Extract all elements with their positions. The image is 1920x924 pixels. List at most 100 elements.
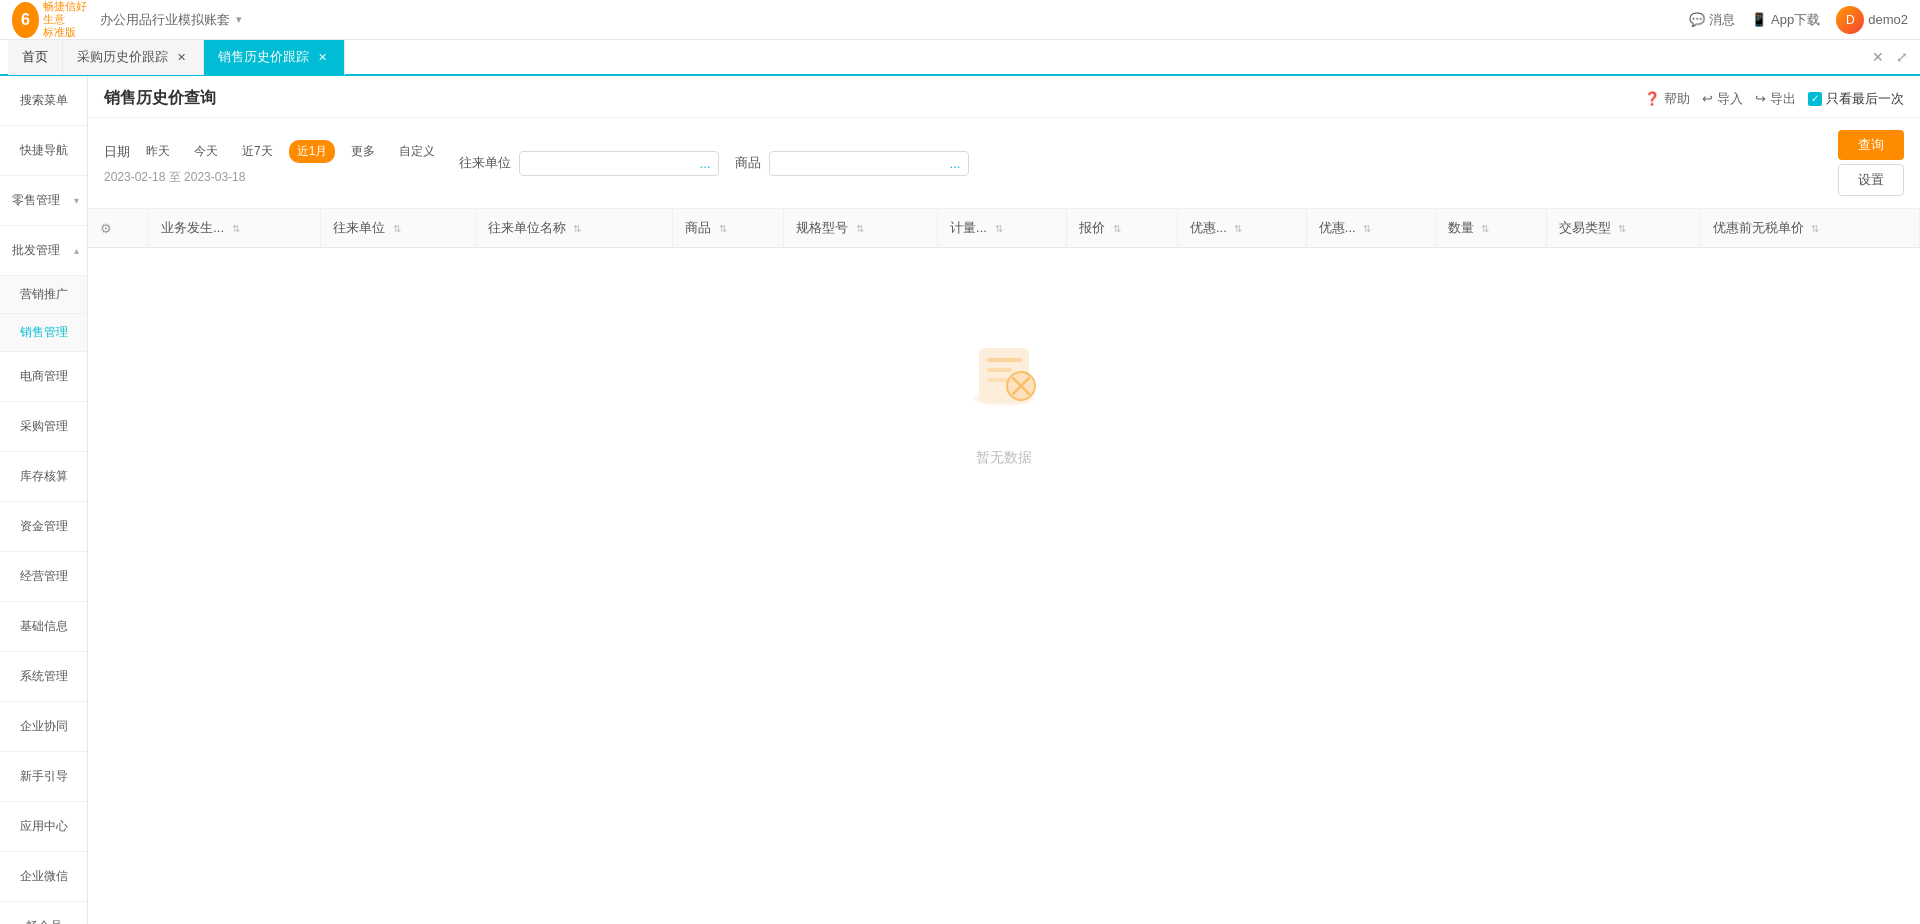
search-menu-label: 搜索菜单 <box>20 92 68 109</box>
topbar-right: 💬 消息 📱 App下载 D demo2 <box>1689 6 1908 34</box>
date-range-display: 2023-02-18 至 2023-03-18 <box>104 169 443 186</box>
col-partner-code[interactable]: 往来单位 ⇅ <box>321 209 475 248</box>
col-discount1[interactable]: 优惠... ⇅ <box>1177 209 1306 248</box>
page-header: 销售历史价查询 ❓ 帮助 ↩ 导入 ↪ 导出 ✓ <box>88 76 1920 118</box>
date-btn-today[interactable]: 今天 <box>186 140 226 163</box>
date-btn-1month[interactable]: 近1月 <box>289 140 336 163</box>
sidebar-item-member[interactable]: 畅会员 <box>0 902 87 924</box>
help-button[interactable]: ❓ 帮助 <box>1644 90 1690 108</box>
gear-icon[interactable]: ⚙ <box>100 221 112 236</box>
wechat-label: 企业微信 <box>20 868 68 885</box>
avatar: D <box>1836 6 1864 34</box>
query-button[interactable]: 查询 <box>1838 130 1904 160</box>
enterprise-label: 企业协同 <box>20 718 68 735</box>
base-info-label: 基础信息 <box>20 618 68 635</box>
sidebar-item-search-menu[interactable]: 搜索菜单 <box>0 76 87 126</box>
sort-icon: ⇅ <box>1811 223 1819 234</box>
sidebar-item-wechat[interactable]: 企业微信 <box>0 852 87 902</box>
partner-select-icon[interactable]: ... <box>700 156 711 171</box>
page-title: 销售历史价查询 <box>104 88 216 109</box>
wholesale-mgmt-arrow-icon: ▴ <box>74 245 79 256</box>
date-btn-yesterday[interactable]: 昨天 <box>138 140 178 163</box>
message-icon: 💬 <box>1689 12 1705 27</box>
tab-sales[interactable]: 销售历史价跟踪 ✕ <box>204 39 345 75</box>
close-all-tabs-button[interactable]: ✕ <box>1868 47 1888 67</box>
col-price[interactable]: 报价 ⇅ <box>1067 209 1178 248</box>
purchase-tab-close-icon[interactable]: ✕ <box>174 50 189 65</box>
logo-icon: 6 <box>12 2 39 38</box>
message-button[interactable]: 💬 消息 <box>1689 11 1735 29</box>
col-pretax-price[interactable]: 优惠前无税单价 ⇅ <box>1700 209 1919 248</box>
date-btn-more[interactable]: 更多 <box>343 140 383 163</box>
empty-icon <box>959 328 1049 437</box>
user-menu-button[interactable]: D demo2 <box>1836 6 1908 34</box>
sidebar-item-system[interactable]: 系统管理 <box>0 652 87 702</box>
col-biz-date[interactable]: 业务发生... ⇅ <box>149 209 321 248</box>
col-spec[interactable]: 规格型号 ⇅ <box>783 209 937 248</box>
partner-input[interactable] <box>528 156 699 171</box>
col-discount2-label: 优惠... <box>1319 220 1356 235</box>
help-icon: ❓ <box>1644 91 1660 106</box>
sidebar-item-sales-mgmt[interactable]: 销售管理 <box>0 314 87 352</box>
product-select-icon[interactable]: ... <box>950 156 961 171</box>
sidebar-item-enterprise[interactable]: 企业协同 <box>0 702 87 752</box>
sidebar-item-wholesale-mgmt[interactable]: 批发管理 ▴ <box>0 226 87 276</box>
col-product-label: 商品 <box>685 220 711 235</box>
col-gear[interactable]: ⚙ <box>88 209 149 248</box>
col-quantity[interactable]: 数量 ⇅ <box>1435 209 1546 248</box>
sidebar-item-ecommerce[interactable]: 电商管理 <box>0 352 87 402</box>
import-button[interactable]: ↩ 导入 <box>1702 90 1743 108</box>
date-btn-custom[interactable]: 自定义 <box>391 140 443 163</box>
sidebar-item-marketing[interactable]: 营销推广 <box>0 276 87 314</box>
workspace-arrow-icon[interactable]: ▾ <box>236 13 242 26</box>
settings-button[interactable]: 设置 <box>1838 164 1904 196</box>
product-input[interactable] <box>778 156 949 171</box>
app-download-button[interactable]: 📱 App下载 <box>1751 11 1820 29</box>
workspace-title: 办公用品行业模拟账套 ▾ <box>100 11 1689 29</box>
tab-home[interactable]: 首页 <box>8 39 63 75</box>
only-last-checkbox-label[interactable]: ✓ 只看最后一次 <box>1808 90 1904 108</box>
sort-icon: ⇅ <box>1113 223 1121 234</box>
system-label: 系统管理 <box>20 668 68 685</box>
date-btn-7days[interactable]: 近7天 <box>234 140 281 163</box>
sidebar-item-app-center[interactable]: 应用中心 <box>0 802 87 852</box>
inventory-label: 库存核算 <box>20 468 68 485</box>
expand-button[interactable]: ⤢ <box>1892 47 1912 67</box>
sort-icon: ⇅ <box>393 223 401 234</box>
partner-input-wrap[interactable]: ... <box>519 151 719 176</box>
member-label: 畅会员 <box>26 918 62 924</box>
home-tab-label: 首页 <box>22 48 48 66</box>
sort-icon: ⇅ <box>1234 223 1242 234</box>
col-biz-date-label: 业务发生... <box>161 220 224 235</box>
sidebar-item-retail-mgmt[interactable]: 零售管理 ▾ <box>0 176 87 226</box>
sort-icon: ⇅ <box>1618 223 1626 234</box>
sidebar-item-base-info[interactable]: 基础信息 <box>0 602 87 652</box>
col-trade-type[interactable]: 交易类型 ⇅ <box>1546 209 1700 248</box>
sidebar-item-guide[interactable]: 新手引导 <box>0 752 87 802</box>
layout: 搜索菜单 快捷导航 零售管理 ▾ 批发管理 ▴ 营销推广 销售管理 电商管理 采… <box>0 76 1920 924</box>
sort-icon: ⇅ <box>232 223 240 234</box>
sidebar-item-quick-nav[interactable]: 快捷导航 <box>0 126 87 176</box>
tab-purchase[interactable]: 采购历史价跟踪 ✕ <box>63 39 204 75</box>
export-button[interactable]: ↪ 导出 <box>1755 90 1796 108</box>
col-partner-name[interactable]: 往来单位名称 ⇅ <box>475 209 672 248</box>
col-discount2[interactable]: 优惠... ⇅ <box>1306 209 1435 248</box>
sidebar-item-purchase-mgmt[interactable]: 采购管理 <box>0 402 87 452</box>
only-last-checkbox[interactable]: ✓ <box>1808 92 1822 106</box>
sort-icon: ⇅ <box>995 223 1003 234</box>
sales-tab-close-icon[interactable]: ✕ <box>315 50 330 65</box>
export-icon: ↪ <box>1755 91 1766 106</box>
partner-filter-row: 往来单位 ... <box>459 151 719 176</box>
col-unit[interactable]: 计量... ⇅ <box>938 209 1067 248</box>
sort-icon: ⇅ <box>1481 223 1489 234</box>
tabbar: 首页 采购历史价跟踪 ✕ 销售历史价跟踪 ✕ ✕ ⤢ <box>0 40 1920 76</box>
sidebar-item-inventory[interactable]: 库存核算 <box>0 452 87 502</box>
sidebar-item-finance[interactable]: 资金管理 <box>0 502 87 552</box>
data-table: ⚙ 业务发生... ⇅ 往来单位 ⇅ 往来单位名称 <box>88 209 1920 248</box>
col-product[interactable]: 商品 ⇅ <box>673 209 784 248</box>
svg-rect-2 <box>987 358 1022 362</box>
quick-nav-label: 快捷导航 <box>20 142 68 159</box>
product-label: 商品 <box>735 154 761 172</box>
product-input-wrap[interactable]: ... <box>769 151 969 176</box>
sidebar-item-operations[interactable]: 经营管理 <box>0 552 87 602</box>
